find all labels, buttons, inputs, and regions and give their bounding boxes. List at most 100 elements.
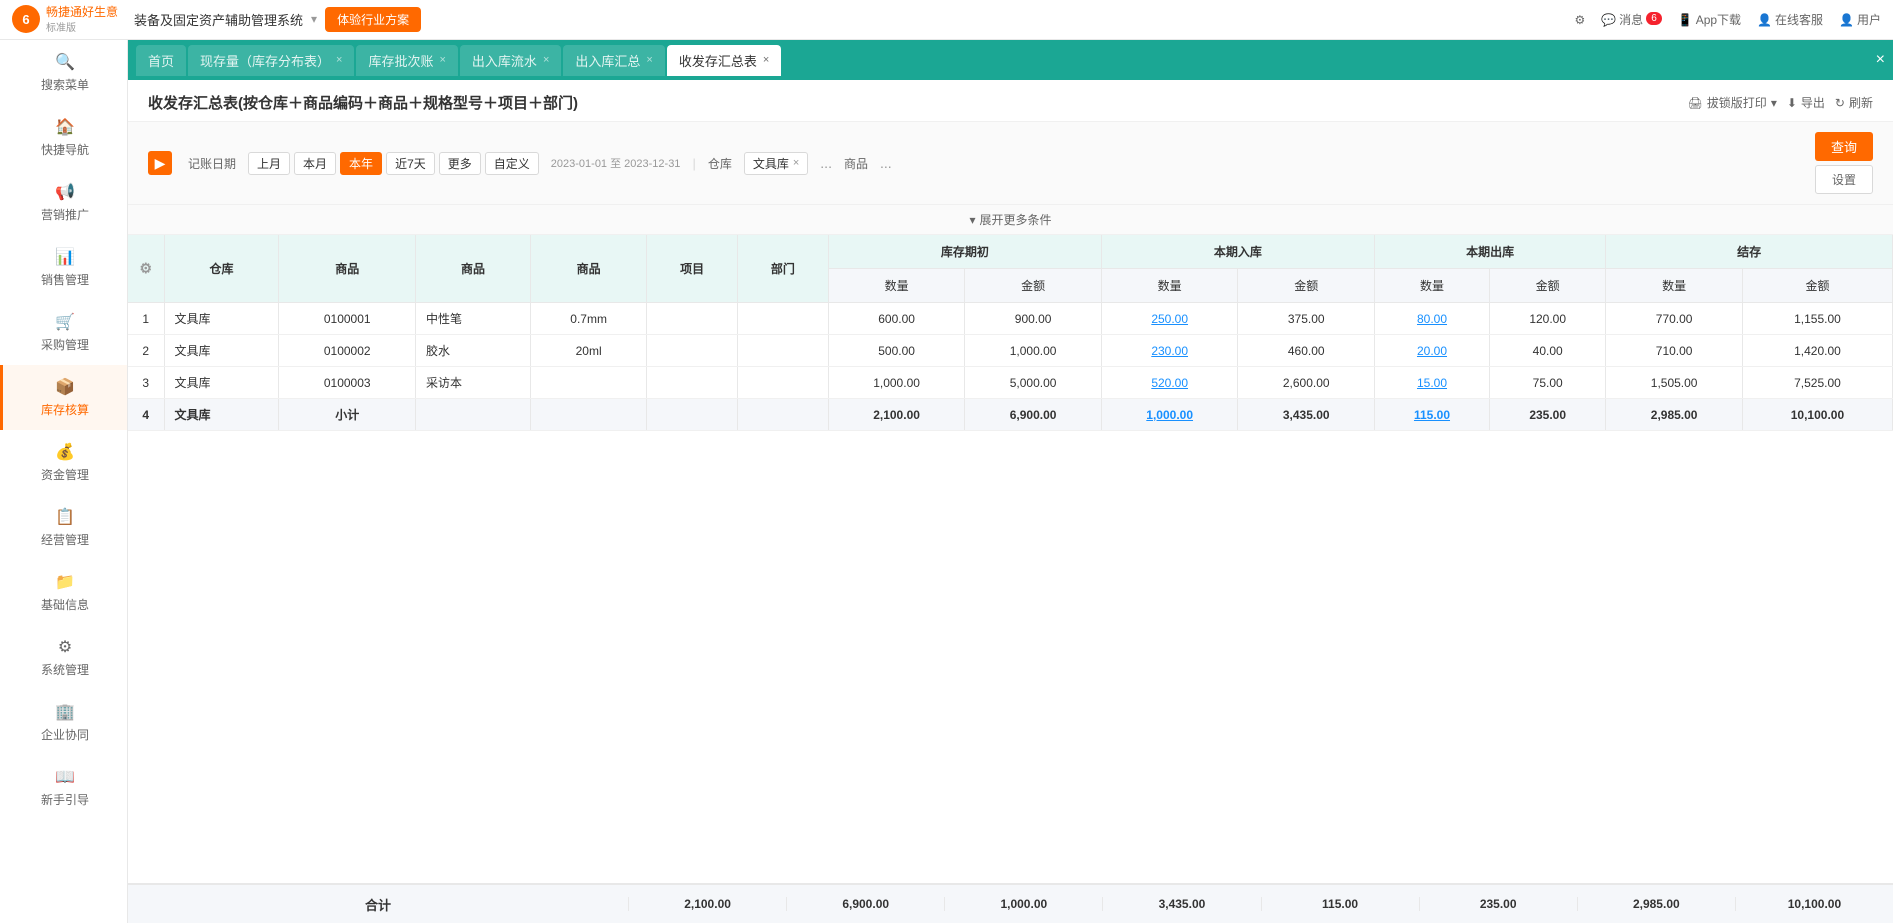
date-btn-this-year[interactable]: 本年 [340,152,382,175]
sidebar-label-system: 系统管理 [41,661,89,678]
export-btn[interactable]: ⬇ 导出 [1787,94,1825,111]
sidebar-item-system[interactable]: ⚙ 系统管理 [0,625,127,690]
tab-home[interactable]: 首页 [136,45,186,76]
tab-inout-summary[interactable]: 出入库汇总 × [563,45,664,76]
th-opening-group: 库存期初 [828,235,1101,269]
sidebar-label-finance: 资金管理 [41,466,89,483]
subtotal-warehouse: 文具库 [164,399,279,431]
th-settings: ⚙ [128,235,164,303]
logo-text: 畅捷通好生意 [46,5,118,19]
date-btn-7days[interactable]: 近7天 [386,152,435,175]
sidebar-item-sales[interactable]: 📊 销售管理 [0,235,127,300]
query-btn[interactable]: 查询 [1815,132,1873,161]
base-info-icon: 📁 [55,572,75,592]
page-actions: 🖨 拔锁版打印 ▾ ⬇ 导出 ↻ 刷新 [1688,94,1873,111]
date-btns: 上月 本月 本年 近7天 更多 自定义 [248,152,539,175]
messages-item[interactable]: 💬 消息 6 [1601,11,1662,28]
trial-btn[interactable]: 体验行业方案 [325,7,421,32]
warehouse-tag-close[interactable]: × [793,157,799,169]
footer-in-qty: 1,000.00 [944,897,1102,911]
filter-toggle[interactable]: ▶ [148,151,172,175]
online-service-item[interactable]: 👤 在线客服 [1757,11,1823,28]
tab-stock-dist[interactable]: 现存量（库存分布表） × [188,45,354,76]
tab-inout-flow-close[interactable]: × [543,54,549,66]
row2-in-qty[interactable]: 230.00 [1101,335,1238,367]
dropdown-icon[interactable]: ▾ [311,12,317,26]
sidebar-item-finance[interactable]: 💰 资金管理 [0,430,127,495]
sidebar-item-quick-nav[interactable]: 🏠 快捷导航 [0,105,127,170]
date-btn-this-month[interactable]: 本月 [294,152,336,175]
user-item[interactable]: 👤 用户 [1839,11,1881,28]
settings-item[interactable]: ⚙ [1574,13,1585,27]
footer-out-amt: 235.00 [1419,897,1577,911]
refresh-btn[interactable]: ↻ 刷新 [1835,94,1873,111]
sidebar-item-marketing[interactable]: 📢 营销推广 [0,170,127,235]
top-bar: 6 畅捷通好生意 标准版 装备及固定资产辅助管理系统 ▾ 体验行业方案 ⚙ 💬 … [0,0,1893,40]
sidebar-label-guide: 新手引导 [41,791,89,808]
column-settings-icon[interactable]: ⚙ [139,260,152,276]
print-btn[interactable]: 🖨 拔锁版打印 ▾ [1688,94,1777,111]
sidebar-item-guide[interactable]: 📖 新手引导 [0,755,127,820]
row2-goods-name: 胶水 [416,335,531,367]
row1-num: 1 [128,303,164,335]
sidebar-item-purchase[interactable]: 🛒 采购管理 [0,300,127,365]
date-btn-prev-month[interactable]: 上月 [248,152,290,175]
expand-conditions-btn[interactable]: ▾ 展开更多条件 [969,211,1051,228]
refresh-label: 刷新 [1849,94,1873,111]
filter-divider: | [692,156,695,171]
warehouse-more[interactable]: ... [820,155,832,171]
tab-inout-flow[interactable]: 出入库流水 × [460,45,561,76]
tab-bar-close[interactable]: × [1876,51,1885,69]
warehouse-tag[interactable]: 文具库 × [744,152,808,175]
subtotal-empty4 [738,399,829,431]
tab-inout-summary-close[interactable]: × [646,54,652,66]
page-header: 收发存汇总表(按仓库＋商品编码＋商品＋规格型号＋项目＋部门) 🖨 拔锁版打印 ▾… [128,80,1893,122]
tab-recv-send-close[interactable]: × [763,54,769,66]
th-opening-amt: 金额 [965,269,1102,303]
enterprise-icon: 🏢 [55,702,75,722]
tab-batch-close[interactable]: × [439,54,445,66]
sidebar-item-base-info[interactable]: 📁 基础信息 [0,560,127,625]
row1-out-qty[interactable]: 80.00 [1374,303,1489,335]
user-icon: 👤 [1839,13,1854,27]
subtotal-num: 4 [128,399,164,431]
subtotal-balance-qty: 2,985.00 [1606,399,1743,431]
subtotal-out-qty[interactable]: 115.00 [1374,399,1489,431]
sidebar: 🔍 搜索菜单 🏠 快捷导航 📢 营销推广 📊 销售管理 🛒 采购管理 📦 [0,40,128,923]
row2-goods-spec: 20ml [530,335,646,367]
date-btn-more[interactable]: 更多 [439,152,481,175]
sidebar-item-inventory[interactable]: 📦 库存核算 [0,365,127,430]
tab-batch[interactable]: 库存批次账 × [356,45,457,76]
subtotal-in-qty[interactable]: 1,000.00 [1101,399,1238,431]
export-label: 导出 [1801,94,1825,111]
row2-out-qty[interactable]: 20.00 [1374,335,1489,367]
main-layout: 🔍 搜索菜单 🏠 快捷导航 📢 营销推广 📊 销售管理 🛒 采购管理 📦 [0,40,1893,923]
tab-batch-label: 库存批次账 [368,51,433,70]
row3-opening-amt: 5,000.00 [965,367,1102,399]
sidebar-label-enterprise: 企业协同 [41,726,89,743]
row3-out-qty[interactable]: 15.00 [1374,367,1489,399]
date-btn-custom[interactable]: 自定义 [485,152,539,175]
row2-out-amt: 40.00 [1490,335,1606,367]
row2-warehouse: 文具库 [164,335,279,367]
settings-filter-btn[interactable]: 设置 [1815,165,1873,194]
row2-opening-amt: 1,000.00 [965,335,1102,367]
row1-goods-name: 中性笔 [416,303,531,335]
tab-recv-send[interactable]: 收发存汇总表 × [667,45,781,76]
subtotal-opening-amt: 6,900.00 [965,399,1102,431]
tab-stock-dist-close[interactable]: × [336,54,342,66]
th-department: 部门 [738,235,829,303]
sidebar-item-operations[interactable]: 📋 经营管理 [0,495,127,560]
row1-in-qty[interactable]: 250.00 [1101,303,1238,335]
th-goods-name: 商品 [416,235,531,303]
sidebar-item-search[interactable]: 🔍 搜索菜单 [0,40,127,105]
th-warehouse: 仓库 [164,235,279,303]
subtotal-label: 小计 [279,399,416,431]
goods-more[interactable]: ... [880,155,892,171]
row3-department [738,367,829,399]
app-download-item[interactable]: 📱 App下载 [1678,11,1741,28]
sidebar-item-enterprise[interactable]: 🏢 企业协同 [0,690,127,755]
row3-in-qty[interactable]: 520.00 [1101,367,1238,399]
footer-opening-qty: 2,100.00 [628,897,786,911]
system-title: 装备及固定资产辅助管理系统 [134,10,303,29]
